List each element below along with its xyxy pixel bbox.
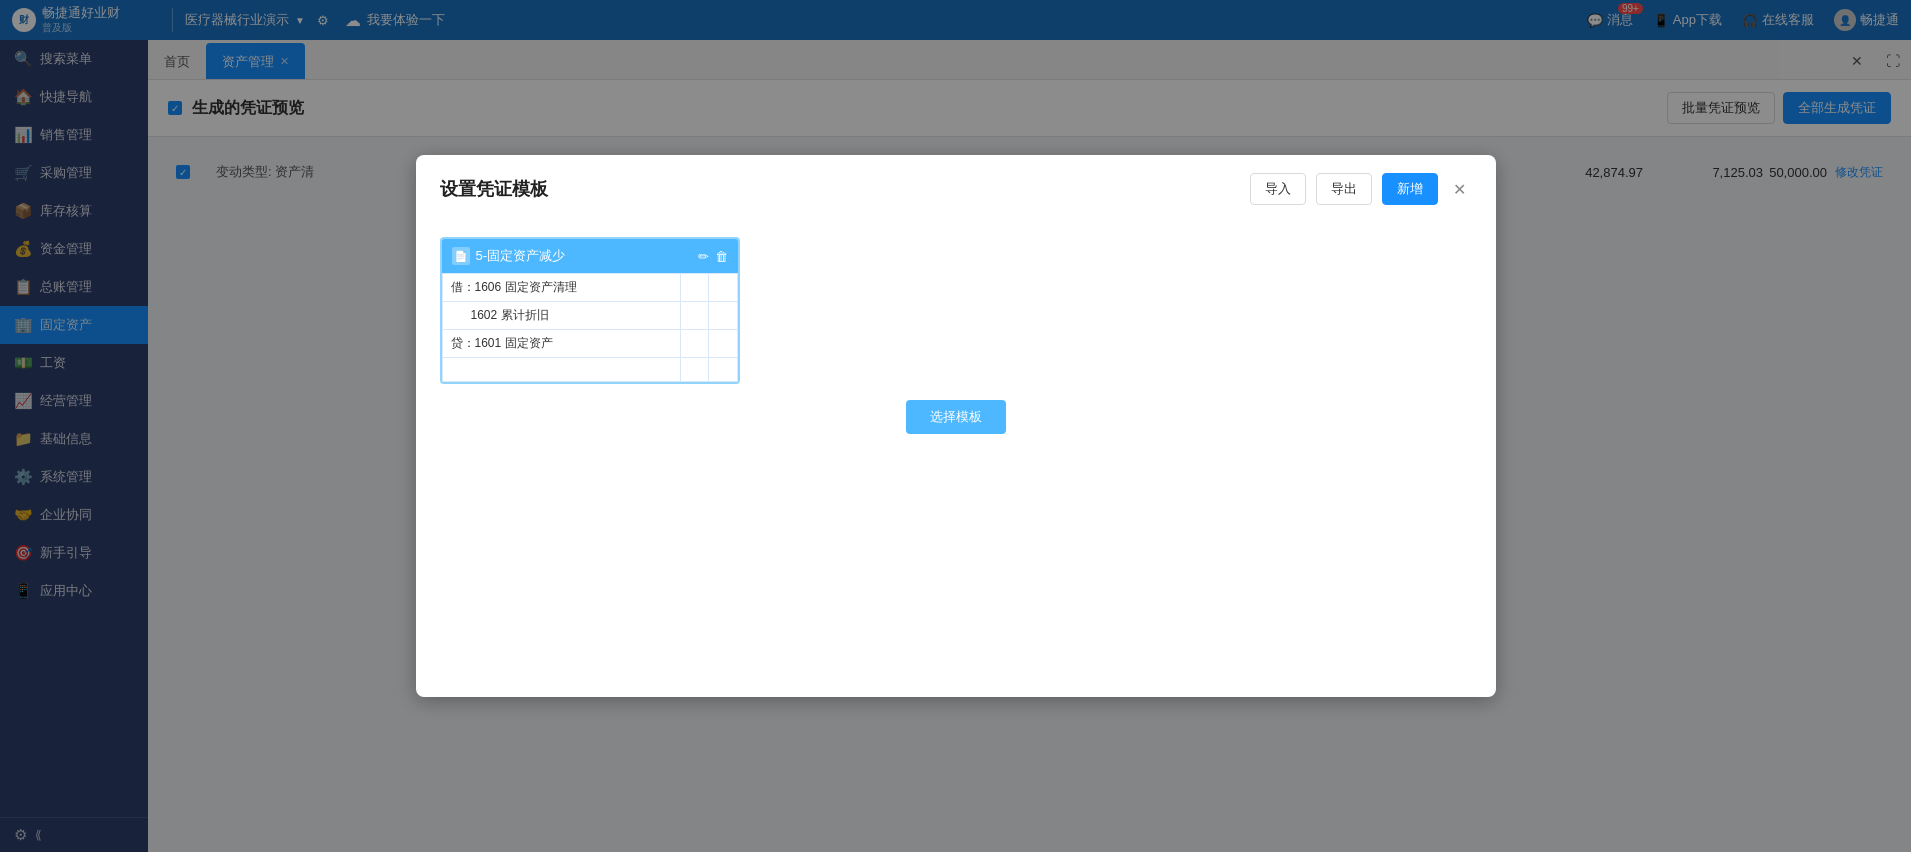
entry-amount-debit-3 xyxy=(680,330,708,358)
select-template-btn[interactable]: 选择模板 xyxy=(906,400,1006,434)
import-btn[interactable]: 导入 xyxy=(1250,173,1306,205)
template-edit-icon[interactable]: ✏ xyxy=(698,249,709,264)
entry-amount-credit-2 xyxy=(709,302,737,330)
entry-type-1: 借：1606 固定资产清理 xyxy=(442,274,680,302)
entry-amount-debit-2 xyxy=(680,302,708,330)
template-table: 借：1606 固定资产清理 1602 累计折旧 贷：1601 固定资产 xyxy=(442,273,738,382)
modal-action-btns: 导入 导出 新增 ✕ xyxy=(1250,173,1472,205)
template-card-name: 5-固定资产减少 xyxy=(476,247,692,265)
template-card-icon: 📄 xyxy=(452,247,470,265)
modal-overlay: 设置凭证模板 导入 导出 新增 ✕ 📄 5-固定资产减少 ✏ 🗑 xyxy=(0,0,1911,852)
modal-dialog: 设置凭证模板 导入 导出 新增 ✕ 📄 5-固定资产减少 ✏ 🗑 xyxy=(416,155,1496,697)
export-btn[interactable]: 导出 xyxy=(1316,173,1372,205)
entry-type-3: 贷：1601 固定资产 xyxy=(442,330,680,358)
template-delete-icon[interactable]: 🗑 xyxy=(715,249,728,264)
template-card: 📄 5-固定资产减少 ✏ 🗑 借：1606 固定资产清理 xyxy=(440,237,740,384)
entry-row-1: 借：1606 固定资产清理 xyxy=(442,274,737,302)
empty-row xyxy=(442,358,737,382)
entry-type-2: 1602 累计折旧 xyxy=(442,302,680,330)
entry-amount-credit-1 xyxy=(709,274,737,302)
template-card-header: 📄 5-固定资产减少 ✏ 🗑 xyxy=(442,239,738,273)
entry-amount-debit-1 xyxy=(680,274,708,302)
modal-body: 📄 5-固定资产减少 ✏ 🗑 借：1606 固定资产清理 xyxy=(416,217,1496,697)
modal-header: 设置凭证模板 导入 导出 新增 ✕ xyxy=(416,155,1496,217)
template-card-actions: ✏ 🗑 xyxy=(698,249,728,264)
entry-row-2: 1602 累计折旧 xyxy=(442,302,737,330)
entry-row-3: 贷：1601 固定资产 xyxy=(442,330,737,358)
new-btn[interactable]: 新增 xyxy=(1382,173,1438,205)
entry-amount-credit-3 xyxy=(709,330,737,358)
modal-title: 设置凭证模板 xyxy=(440,177,548,201)
modal-close-btn[interactable]: ✕ xyxy=(1448,177,1472,201)
